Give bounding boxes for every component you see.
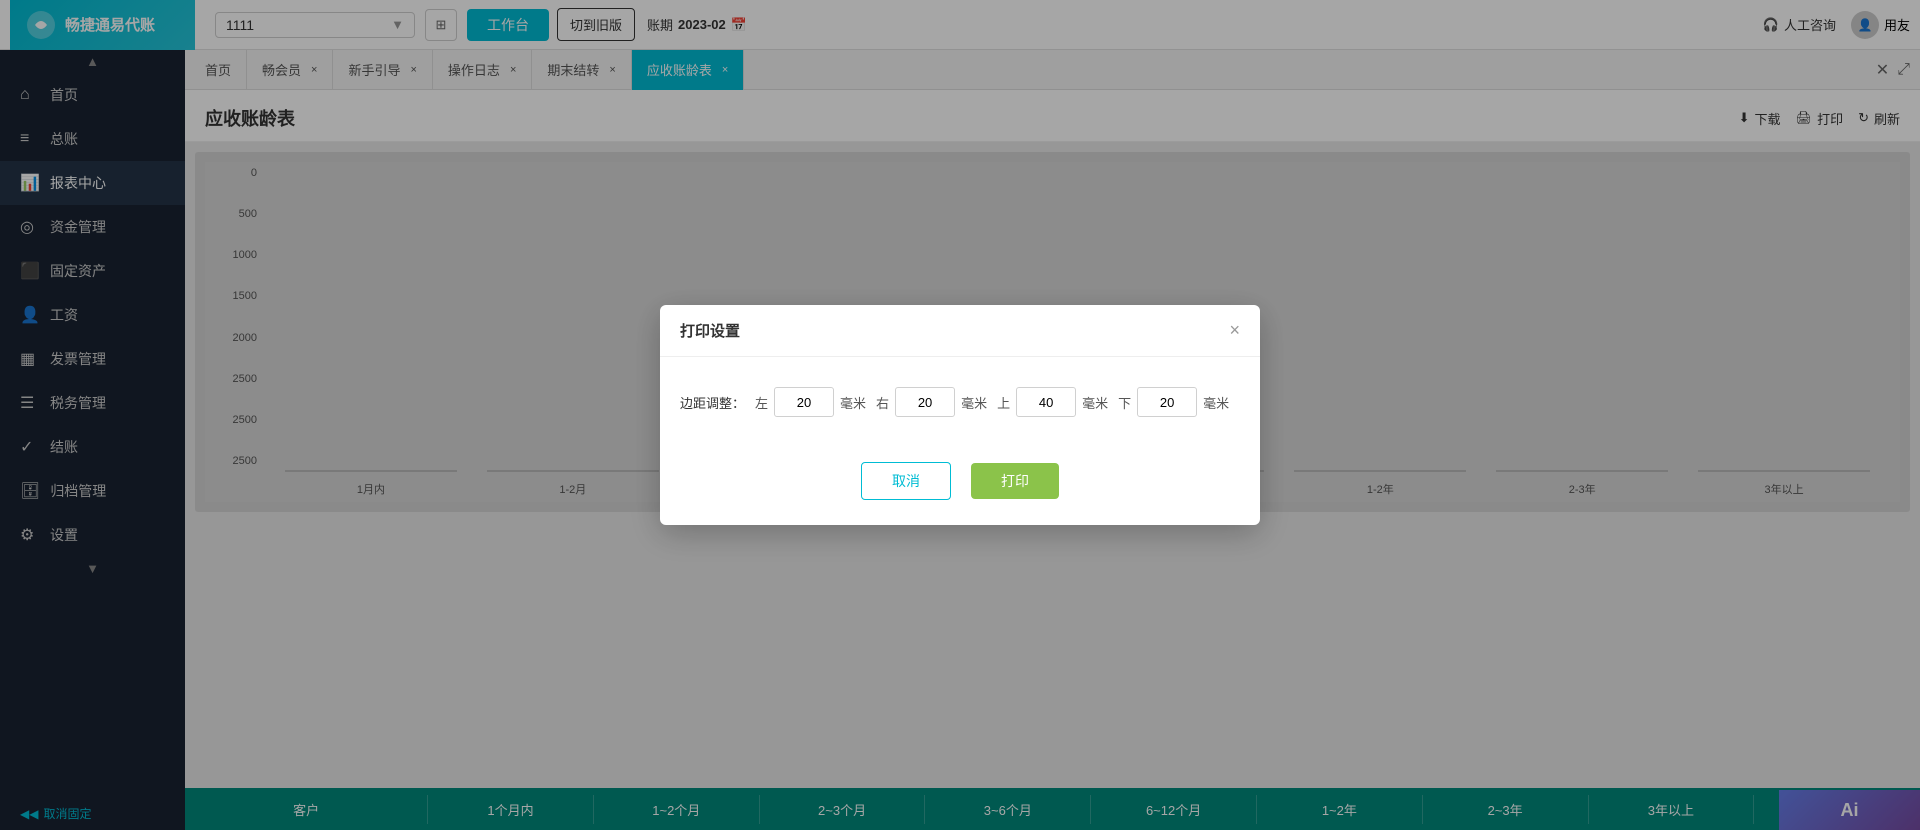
modal-footer: 取消 打印 (660, 447, 1260, 525)
modal-title: 打印设置 (680, 320, 740, 341)
top-unit: 毫米 (1082, 393, 1108, 412)
margin-right-group: 右 毫米 (876, 387, 987, 417)
left-input[interactable] (774, 387, 834, 417)
print-confirm-button[interactable]: 打印 (971, 463, 1059, 499)
margin-row: 边距调整： 左 毫米 右 毫米 上 毫米 下 (680, 387, 1240, 417)
right-input[interactable] (895, 387, 955, 417)
bottom-unit: 毫米 (1203, 393, 1229, 412)
right-label: 右 (876, 393, 889, 412)
margin-label: 边距调整： (680, 393, 745, 412)
top-label: 上 (997, 393, 1010, 412)
right-unit: 毫米 (961, 393, 987, 412)
bottom-input[interactable] (1137, 387, 1197, 417)
margin-left-group: 左 毫米 (755, 387, 866, 417)
modal-overlay: 打印设置 × 边距调整： 左 毫米 右 毫米 上 毫米 (0, 0, 1920, 830)
print-settings-modal: 打印设置 × 边距调整： 左 毫米 右 毫米 上 毫米 (660, 305, 1260, 525)
margin-top-group: 上 毫米 (997, 387, 1108, 417)
top-input[interactable] (1016, 387, 1076, 417)
left-label: 左 (755, 393, 768, 412)
bottom-label: 下 (1118, 393, 1131, 412)
margin-bottom-group: 下 毫米 (1118, 387, 1229, 417)
modal-close-button[interactable]: × (1229, 320, 1240, 341)
modal-header: 打印设置 × (660, 305, 1260, 357)
cancel-button[interactable]: 取消 (861, 462, 951, 500)
modal-body: 边距调整： 左 毫米 右 毫米 上 毫米 下 (660, 357, 1260, 447)
left-unit: 毫米 (840, 393, 866, 412)
